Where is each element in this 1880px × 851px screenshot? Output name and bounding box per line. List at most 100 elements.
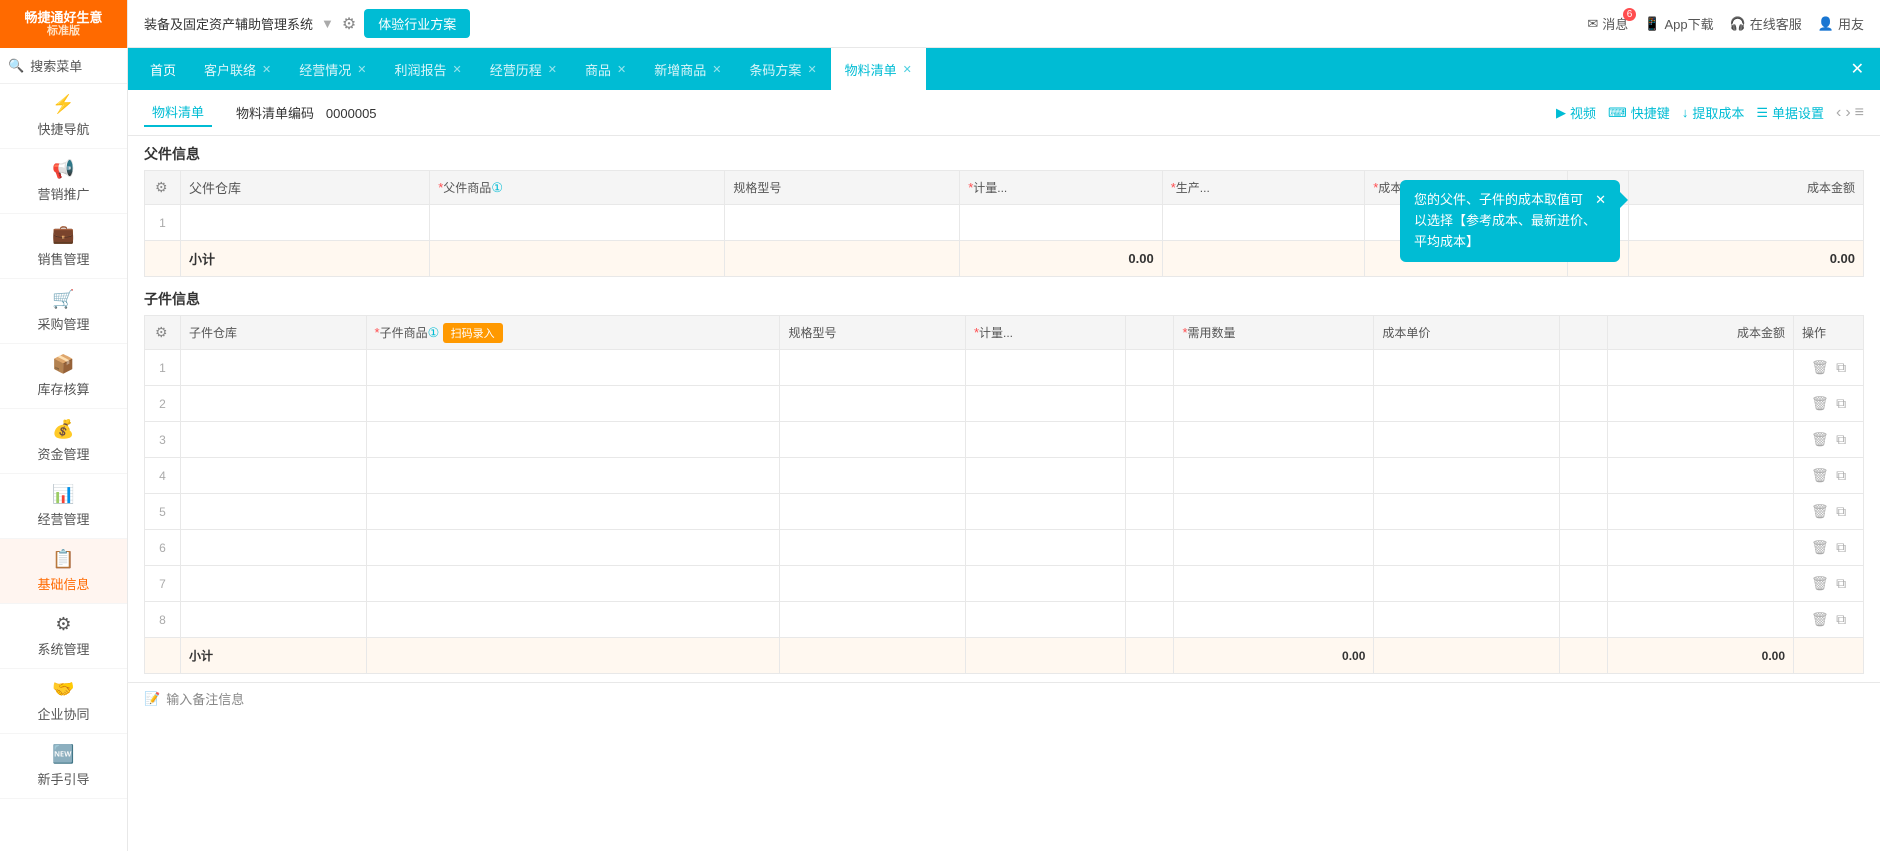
sidebar-item-basic-info[interactable]: 📋 基础信息 — [0, 539, 127, 604]
parent-row-1-unit[interactable] — [960, 205, 1163, 241]
child-row-6-unit[interactable] — [965, 530, 1125, 566]
parent-row-1-produce[interactable] — [1162, 205, 1365, 241]
child-row-2-warehouse[interactable] — [181, 386, 367, 422]
child-row-6-warehouse[interactable] — [181, 530, 367, 566]
child-row-5-product[interactable] — [366, 494, 780, 530]
sidebar-item-search[interactable]: 🔍 搜索菜单 — [0, 48, 127, 84]
child-row-3-qty[interactable] — [1174, 422, 1374, 458]
child-row-8-warehouse[interactable] — [181, 602, 367, 638]
sidebar-item-guide[interactable]: 🆕 新手引导 — [0, 734, 127, 799]
child-row-1-unit[interactable] — [965, 350, 1125, 386]
app-download-item[interactable]: 📱 App下载 — [1644, 14, 1713, 33]
tab-profit-close[interactable]: ✕ — [453, 63, 462, 76]
child-row-5-qty[interactable] — [1174, 494, 1374, 530]
trial-button[interactable]: 体验行业方案 — [364, 9, 470, 38]
child-row-8-qty[interactable] — [1174, 602, 1374, 638]
child-row-7-copy-icon[interactable]: ⧉ — [1836, 575, 1846, 591]
child-row-5-warehouse[interactable] — [181, 494, 367, 530]
scan-input-btn[interactable]: 扫码录入 — [443, 323, 503, 343]
tab-product-close[interactable]: ✕ — [617, 63, 626, 76]
doc-settings-action[interactable]: ☰ 单据设置 — [1756, 103, 1824, 122]
message-item[interactable]: ✉ 6 消息 — [1587, 14, 1628, 33]
child-row-6-product[interactable] — [366, 530, 780, 566]
sidebar-item-collab[interactable]: 🤝 企业协同 — [0, 669, 127, 734]
child-row-6-spec[interactable] — [780, 530, 966, 566]
sidebar-item-inventory[interactable]: 📦 库存核算 — [0, 344, 127, 409]
child-row-3-spec[interactable] — [780, 422, 966, 458]
sys-dropdown-icon[interactable]: ▼ — [321, 16, 334, 31]
child-row-5-unit[interactable] — [965, 494, 1125, 530]
child-row-6-copy-icon[interactable]: ⧉ — [1836, 539, 1846, 555]
online-service-item[interactable]: 🎧 在线客服 — [1730, 14, 1802, 33]
tab-new-product-close[interactable]: ✕ — [712, 63, 721, 76]
sidebar-item-quick-nav[interactable]: ⚡ 快捷导航 — [0, 84, 127, 149]
page-tab-bom-code[interactable]: 物料清单编码 0000005 — [228, 99, 385, 126]
tab-operations[interactable]: 经营情况 ✕ — [285, 48, 380, 90]
child-row-6-unit-cost[interactable] — [1374, 530, 1560, 566]
child-row-7-delete-icon[interactable]: 🗑 — [1811, 575, 1829, 591]
child-row-4-copy-icon[interactable]: ⧉ — [1836, 467, 1846, 483]
tab-history-close[interactable]: ✕ — [548, 63, 557, 76]
child-row-4-product[interactable] — [366, 458, 780, 494]
tab-bom-close[interactable]: ✕ — [903, 63, 912, 76]
child-row-3-copy-icon[interactable]: ⧉ — [1836, 431, 1846, 447]
next-arrow[interactable]: › — [1845, 104, 1850, 122]
sidebar-item-operations[interactable]: 📊 经营管理 — [0, 474, 127, 539]
child-row-5-copy-icon[interactable]: ⧉ — [1836, 503, 1846, 519]
tab-profit[interactable]: 利润报告 ✕ — [380, 48, 475, 90]
sidebar-item-system[interactable]: ⚙ 系统管理 — [0, 604, 127, 669]
tab-new-product[interactable]: 新增商品 ✕ — [640, 48, 735, 90]
child-row-2-delete-icon[interactable]: 🗑 — [1811, 395, 1829, 411]
child-row-7-spec[interactable] — [780, 566, 966, 602]
parent-row-1-warehouse[interactable] — [181, 205, 430, 241]
child-row-4-spec[interactable] — [780, 458, 966, 494]
child-row-1-spec[interactable] — [780, 350, 966, 386]
child-row-4-delete-icon[interactable]: 🗑 — [1811, 467, 1829, 483]
parent-row-1-spec[interactable] — [725, 205, 960, 241]
child-row-8-copy-icon[interactable]: ⧉ — [1836, 611, 1846, 627]
tooltip-close-btn[interactable]: ✕ — [1595, 190, 1606, 211]
parent-row-1-product[interactable] — [430, 205, 725, 241]
extract-cost-action[interactable]: ↓ 提取成本 — [1682, 103, 1745, 122]
child-row-7-unit-cost[interactable] — [1374, 566, 1560, 602]
settings-icon[interactable]: ⚙ — [342, 14, 356, 34]
child-row-7-warehouse[interactable] — [181, 566, 367, 602]
tab-history[interactable]: 经营历程 ✕ — [476, 48, 571, 90]
child-row-1-product[interactable] — [366, 350, 780, 386]
child-row-7-unit[interactable] — [965, 566, 1125, 602]
child-row-5-spec[interactable] — [780, 494, 966, 530]
child-row-7-qty[interactable] — [1174, 566, 1374, 602]
child-row-4-unit-cost[interactable] — [1374, 458, 1560, 494]
child-row-8-product[interactable] — [366, 602, 780, 638]
child-row-4-unit[interactable] — [965, 458, 1125, 494]
child-row-5-delete-icon[interactable]: 🗑 — [1811, 503, 1829, 519]
child-row-2-unit[interactable] — [965, 386, 1125, 422]
tab-bom[interactable]: 物料清单 ✕ — [831, 48, 926, 90]
child-row-3-delete-icon[interactable]: 🗑 — [1811, 431, 1829, 447]
tab-customer-close[interactable]: ✕ — [262, 63, 271, 76]
video-action[interactable]: ▶ 视频 — [1556, 103, 1596, 122]
sidebar-item-marketing[interactable]: 📢 营销推广 — [0, 149, 127, 214]
child-row-3-product[interactable] — [366, 422, 780, 458]
child-row-2-copy-icon[interactable]: ⧉ — [1836, 395, 1846, 411]
child-row-6-qty[interactable] — [1174, 530, 1374, 566]
child-row-2-qty[interactable] — [1174, 386, 1374, 422]
child-row-4-qty[interactable] — [1174, 458, 1374, 494]
child-row-6-delete-icon[interactable]: 🗑 — [1811, 539, 1829, 555]
child-row-8-unit-cost[interactable] — [1374, 602, 1560, 638]
child-row-3-warehouse[interactable] — [181, 422, 367, 458]
child-row-1-copy-icon[interactable]: ⧉ — [1836, 359, 1846, 375]
tab-customer[interactable]: 客户联络 ✕ — [190, 48, 285, 90]
tab-product[interactable]: 商品 ✕ — [571, 48, 640, 90]
child-row-8-delete-icon[interactable]: 🗑 — [1811, 611, 1829, 627]
child-row-7-product[interactable] — [366, 566, 780, 602]
child-row-3-unit-cost[interactable] — [1374, 422, 1560, 458]
child-row-3-unit[interactable] — [965, 422, 1125, 458]
child-gear-btn[interactable]: ⚙ — [153, 322, 170, 343]
user-item[interactable]: 👤 用友 — [1818, 14, 1864, 33]
sidebar-item-purchase[interactable]: 🛒 采购管理 — [0, 279, 127, 344]
list-icon[interactable]: ≡ — [1855, 104, 1864, 122]
child-row-1-delete-icon[interactable]: 🗑 — [1811, 359, 1829, 375]
child-row-1-qty[interactable] — [1174, 350, 1374, 386]
child-row-4-warehouse[interactable] — [181, 458, 367, 494]
